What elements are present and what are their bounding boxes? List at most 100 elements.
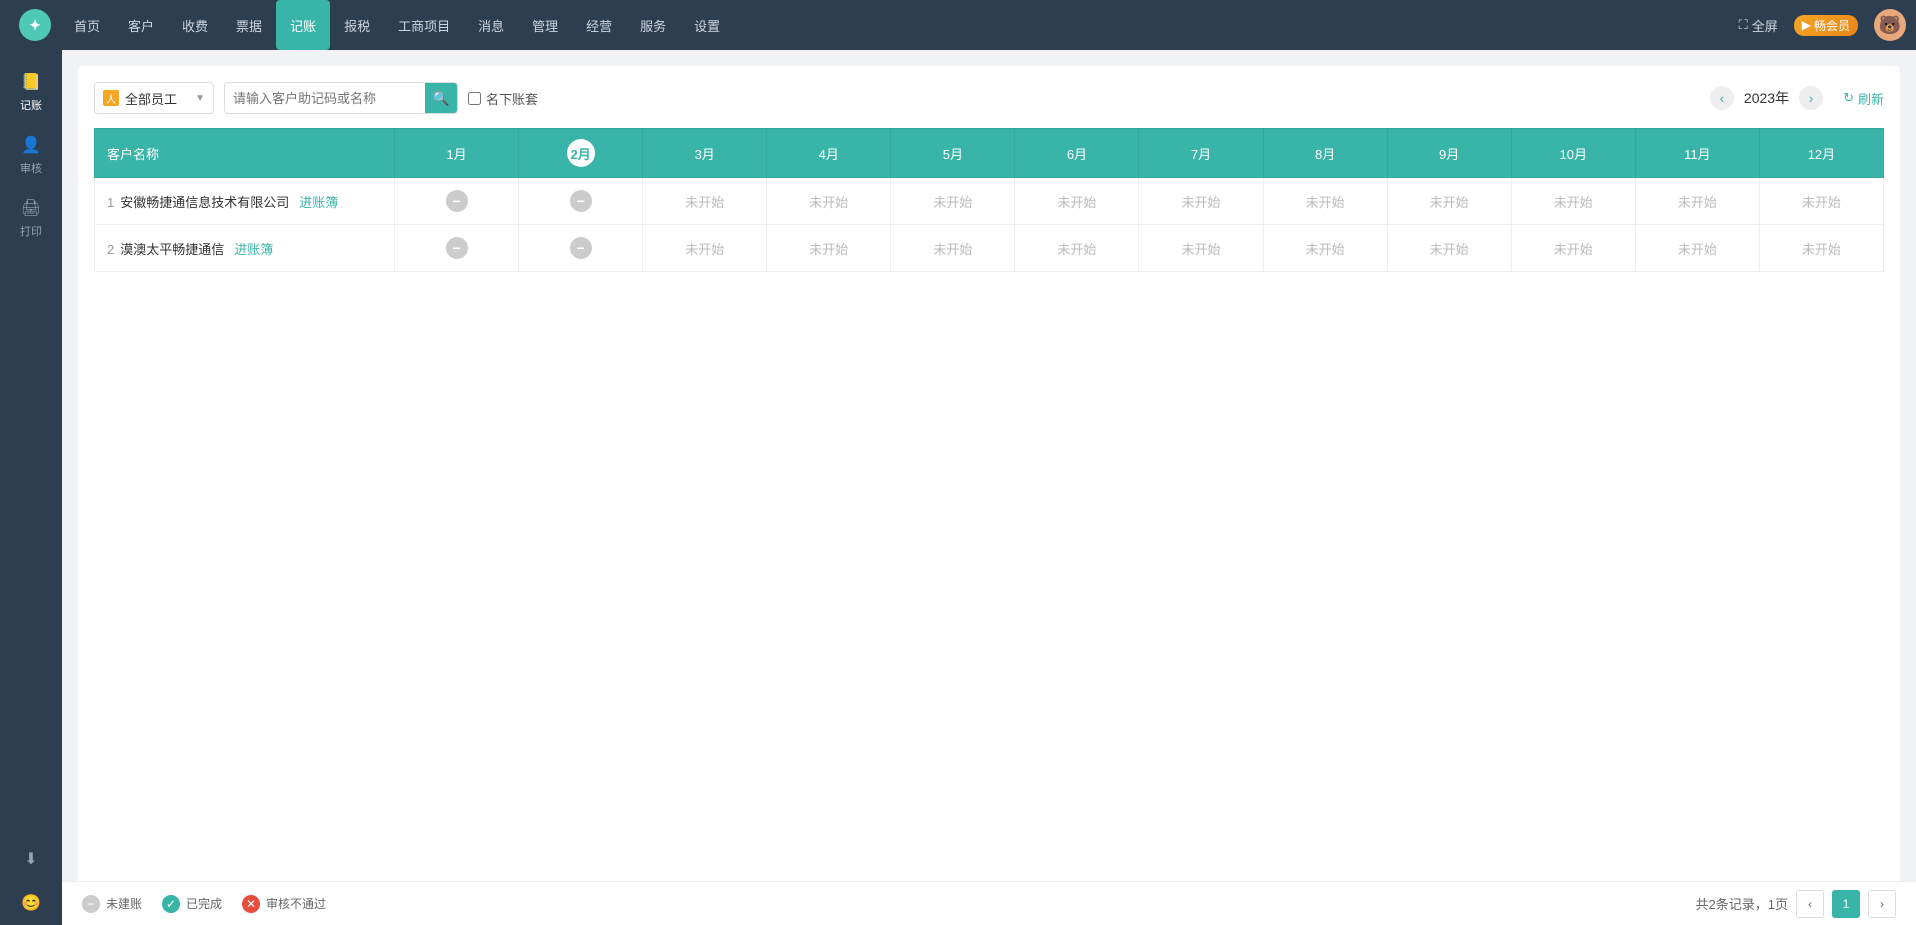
status-not-started: 未开始 [1802, 242, 1841, 257]
cell-month-6: 未开始 [1015, 178, 1139, 225]
total-text: 共2条记录，1页 [1696, 894, 1788, 913]
cell-month-10: 未开始 [1511, 178, 1635, 225]
sidebar-bottom-item[interactable]: ⬇ [0, 837, 62, 881]
col-header-month-1: 1月 [395, 129, 519, 178]
status-dash-icon: − [446, 190, 468, 212]
cell-month-12: 未开始 [1759, 178, 1883, 225]
sidebar-label: 打印 [20, 223, 42, 239]
col-header-month-6: 6月 [1015, 129, 1139, 178]
company-name: 漠澳太平畅捷通信 [120, 242, 224, 257]
status-not-started: 未开始 [1306, 195, 1345, 210]
cell-month-9: 未开始 [1387, 225, 1511, 272]
fullscreen-label: 全屏 [1752, 16, 1778, 35]
enter-account-link[interactable]: 进账簿 [234, 242, 273, 257]
sidebar-item-打印[interactable]: 🖨 打印 [0, 186, 62, 249]
employee-label: 全部员工 [125, 89, 177, 108]
status-not-started: 未开始 [809, 242, 848, 257]
status-not-started: 未开始 [1182, 242, 1221, 257]
status-not-started: 未开始 [1430, 242, 1469, 257]
row-num: 1 [107, 195, 114, 210]
cell-month-7: 未开始 [1139, 225, 1263, 272]
nav-item-工商项目[interactable]: 工商项目 [384, 0, 464, 50]
nav-item-报税[interactable]: 报税 [330, 0, 384, 50]
cell-month-2: − [519, 178, 643, 225]
status-not-started: 未开始 [1057, 242, 1096, 257]
nav-item-消息[interactable]: 消息 [464, 0, 518, 50]
nav-items: 首页客户收费票据记账报税工商项目消息管理经营服务设置 [60, 0, 1739, 50]
my-accounts-checkbox[interactable] [468, 92, 481, 105]
cell-company-name: 2 漠澳太平畅捷通信进账簿 [95, 225, 395, 272]
cell-month-5: 未开始 [891, 178, 1015, 225]
cell-month-8: 未开始 [1263, 225, 1387, 272]
nav-item-收费[interactable]: 收费 [168, 0, 222, 50]
sidebar-item-审核[interactable]: 👤审核 [0, 123, 62, 186]
toolbar: 人 全部员工 ▼ 🔍 名下账套 ‹ 2023年 › ↻ 刷新 [94, 82, 1884, 114]
sidebar: 📒记账👤审核 🖨 打印 ⬇😊 [0, 50, 62, 925]
legend-label-gray: 未建账 [106, 895, 142, 912]
cell-month-12: 未开始 [1759, 225, 1883, 272]
cell-month-1: − [395, 225, 519, 272]
next-page-button[interactable]: › [1868, 890, 1896, 918]
status-not-started: 未开始 [685, 242, 724, 257]
logo-icon: ✦ [19, 9, 51, 41]
col-header-month-4: 4月 [767, 129, 891, 178]
prev-page-button[interactable]: ‹ [1796, 890, 1824, 918]
cell-month-10: 未开始 [1511, 225, 1635, 272]
col-header-month-5: 5月 [891, 129, 1015, 178]
status-not-started: 未开始 [1554, 195, 1593, 210]
employee-select[interactable]: 人 全部员工 ▼ [94, 82, 214, 114]
vip-label: 畅会员 [1814, 17, 1850, 34]
nav-item-经营[interactable]: 经营 [572, 0, 626, 50]
vip-btn[interactable]: ▶ 畅会员 [1794, 15, 1858, 36]
cell-month-11: 未开始 [1635, 225, 1759, 272]
cell-month-6: 未开始 [1015, 225, 1139, 272]
page-1-button[interactable]: 1 [1832, 890, 1860, 918]
next-year-button[interactable]: › [1799, 86, 1823, 110]
nav-item-管理[interactable]: 管理 [518, 0, 572, 50]
nav-item-首页[interactable]: 首页 [60, 0, 114, 50]
cell-month-8: 未开始 [1263, 178, 1387, 225]
refresh-button[interactable]: ↻ 刷新 [1843, 89, 1884, 108]
sidebar-item-记账[interactable]: 📒记账 [0, 60, 62, 123]
nav-item-票据[interactable]: 票据 [222, 0, 276, 50]
cell-month-4: 未开始 [767, 225, 891, 272]
col-header-month-11: 11月 [1635, 129, 1759, 178]
main-content: 人 全部员工 ▼ 🔍 名下账套 ‹ 2023年 › ↻ 刷新 [62, 50, 1916, 925]
table-container: 客户名称1月2月3月4月5月6月7月8月9月10月11月12月1安徽畅捷通信息技… [94, 128, 1884, 272]
nav-item-记账[interactable]: 记账 [276, 0, 330, 50]
status-not-started: 未开始 [1057, 195, 1096, 210]
status-not-started: 未开始 [1182, 195, 1221, 210]
status-dash-icon: − [446, 237, 468, 259]
my-accounts-checkbox-label[interactable]: 名下账套 [468, 89, 538, 108]
current-month-circle: 2月 [567, 139, 595, 167]
content-card: 人 全部员工 ▼ 🔍 名下账套 ‹ 2023年 › ↻ 刷新 [78, 66, 1900, 891]
legend-item-red: ✕审核不通过 [242, 895, 326, 913]
avatar[interactable]: 🐻 [1874, 9, 1906, 41]
search-button[interactable]: 🔍 [425, 82, 457, 114]
nav-item-服务[interactable]: 服务 [626, 0, 680, 50]
sidebar-bottom-item[interactable]: 😊 [0, 881, 62, 925]
nav-item-客户[interactable]: 客户 [114, 0, 168, 50]
nav-right: ⛶ 全屏 ▶ 畅会员 🐻 [1739, 9, 1906, 41]
col-header-month-8: 8月 [1263, 129, 1387, 178]
status-not-started: 未开始 [1430, 195, 1469, 210]
company-name: 安徽畅捷通信息技术有限公司 [120, 195, 289, 210]
col-header-month-2: 2月 [519, 129, 643, 178]
legend-item-teal: ✓已完成 [162, 895, 222, 913]
col-header-month-12: 12月 [1759, 129, 1883, 178]
nav-item-设置[interactable]: 设置 [680, 0, 734, 50]
fullscreen-btn[interactable]: ⛶ 全屏 [1739, 16, 1778, 35]
cell-month-3: 未开始 [643, 225, 767, 272]
row-num: 2 [107, 242, 114, 257]
enter-account-link[interactable]: 进账簿 [299, 195, 338, 210]
prev-year-button[interactable]: ‹ [1710, 86, 1734, 110]
refresh-icon: ↻ [1843, 90, 1854, 106]
logo: ✦ [10, 9, 60, 41]
sidebar-icon: 🖨 [19, 196, 43, 220]
status-not-started: 未开始 [1802, 195, 1841, 210]
cell-month-7: 未开始 [1139, 178, 1263, 225]
search-input[interactable] [225, 91, 425, 106]
status-not-started: 未开始 [933, 195, 972, 210]
table-row: 2漠澳太平畅捷通信进账簿−−未开始未开始未开始未开始未开始未开始未开始未开始未开… [95, 225, 1884, 272]
table-row: 1 安徽畅捷通信息技术有限公司进账簿 − − 未开始 未开始 未开始 未开始 未开始 未开始 未开始… [95, 178, 1884, 225]
